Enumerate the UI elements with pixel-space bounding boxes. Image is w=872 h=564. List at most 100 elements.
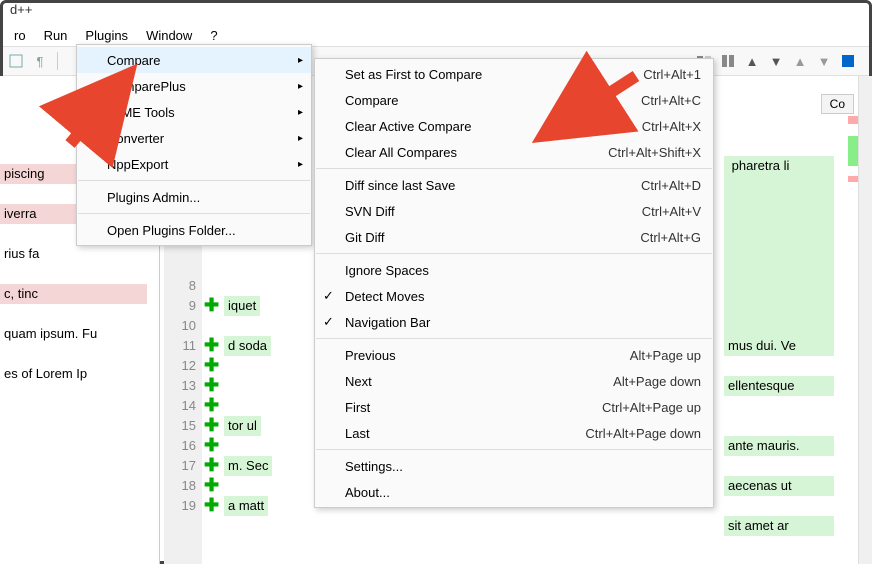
code-line: es of Lorem Ip: [0, 364, 147, 384]
line-number: 13: [182, 376, 196, 396]
compare-icon[interactable]: [718, 51, 738, 71]
chevron-right-icon: ▸: [298, 133, 303, 144]
chevron-right-icon: ▸: [298, 159, 303, 170]
code-line: pharetra li: [724, 156, 834, 176]
diff-added-icon: ✚: [204, 298, 220, 314]
annotation-arrow-compare: [60, 66, 150, 159]
submenu-item-diff-since-last-save[interactable]: Diff since last SaveCtrl+Alt+D: [315, 172, 713, 198]
line-number: 17: [182, 456, 196, 476]
shortcut-label: Ctrl+Alt+Page up: [571, 400, 701, 415]
nav-first-icon[interactable]: ▲: [790, 51, 810, 71]
code-line: ante mauris.: [724, 436, 834, 456]
line-number: 14: [182, 396, 196, 416]
code-line: [724, 316, 834, 336]
line-number: 12: [182, 356, 196, 376]
shortcut-label: Alt+Page down: [571, 374, 701, 389]
code-line: [724, 276, 834, 296]
menu-item-open-plugins-folder-[interactable]: Open Plugins Folder...: [77, 217, 311, 243]
line-number: 10: [182, 316, 196, 336]
code-line: a matt: [224, 496, 268, 516]
code-line: rius fa: [0, 244, 147, 264]
check-icon: ✓: [323, 314, 334, 330]
submenu-item-git-diff[interactable]: Git DiffCtrl+Alt+G: [315, 224, 713, 250]
shortcut-label: Ctrl+Alt+G: [571, 230, 701, 245]
code-line: c, tinc: [0, 284, 147, 304]
compare-submenu: Set as First to CompareCtrl+Alt+1Compare…: [314, 58, 714, 508]
code-line: [724, 456, 834, 476]
diff-added-icon: ✚: [204, 498, 220, 514]
code-line: iquet: [224, 296, 260, 316]
shortcut-label: Alt+Page up: [571, 348, 701, 363]
code-line: mus dui. Ve: [724, 336, 834, 356]
submenu-item-compare[interactable]: CompareCtrl+Alt+C: [315, 87, 713, 113]
code-line: [724, 256, 834, 276]
chevron-right-icon: ▸: [298, 55, 303, 66]
overview-map[interactable]: [848, 76, 858, 564]
diff-added-icon: ✚: [204, 458, 220, 474]
submenu-item-ignore-spaces[interactable]: Ignore Spaces: [315, 257, 713, 283]
submenu-item-clear-active-compare[interactable]: Clear Active CompareCtrl+Alt+X: [315, 113, 713, 139]
diff-added-icon: ✚: [204, 438, 220, 454]
code-line: [724, 356, 834, 376]
code-line: [724, 116, 834, 136]
code-line: [724, 196, 834, 216]
code-line: [724, 416, 834, 436]
code-line: m. Sec: [224, 456, 272, 476]
menu-item-plugins-admin-[interactable]: Plugins Admin...: [77, 184, 311, 210]
code-line: d soda: [224, 336, 271, 356]
code-line: [724, 296, 834, 316]
diff-added-icon: ✚: [204, 358, 220, 374]
settings-icon[interactable]: [838, 51, 858, 71]
shortcut-label: Ctrl+Alt+D: [571, 178, 701, 193]
toolbar-right: ▲ ▼ ▲ ▼: [694, 46, 858, 76]
submenu-item-about-[interactable]: About...: [315, 479, 713, 505]
scrollbar[interactable]: [858, 76, 872, 564]
line-number: 11: [183, 336, 197, 356]
code-line: aecenas ut: [724, 476, 834, 496]
code-line: [0, 344, 147, 364]
line-number: 8: [189, 276, 196, 296]
submenu-item-navigation-bar[interactable]: ✓Navigation Bar: [315, 309, 713, 335]
code-line: [0, 304, 147, 324]
submenu-item-svn-diff[interactable]: SVN DiffCtrl+Alt+V: [315, 198, 713, 224]
code-line: [724, 176, 834, 196]
submenu-item-next[interactable]: NextAlt+Page down: [315, 368, 713, 394]
code-line: [724, 396, 834, 416]
code-line: quam ipsum. Fu: [0, 324, 147, 344]
submenu-item-previous[interactable]: PreviousAlt+Page up: [315, 342, 713, 368]
submenu-item-set-as-first-to-compare[interactable]: Set as First to CompareCtrl+Alt+1: [315, 61, 713, 87]
line-number: 16: [182, 436, 196, 456]
shortcut-label: Ctrl+Alt+V: [571, 204, 701, 219]
code-line: sit amet ar: [724, 516, 834, 536]
nav-last-icon[interactable]: ▼: [814, 51, 834, 71]
code-line: ellentesque: [724, 376, 834, 396]
line-number: 18: [182, 476, 196, 496]
diff-added-icon: ✚: [204, 398, 220, 414]
code-line: [0, 264, 147, 284]
shortcut-label: Ctrl+Alt+Page down: [571, 426, 701, 441]
code-line: [724, 136, 834, 156]
chevron-right-icon: ▸: [298, 81, 303, 92]
nav-up-icon[interactable]: ▲: [742, 51, 762, 71]
nav-down-icon[interactable]: ▼: [766, 51, 786, 71]
tab-bar-right: Co: [821, 94, 854, 114]
code-line: [724, 496, 834, 516]
code-line: [724, 216, 834, 236]
chevron-right-icon: ▸: [298, 107, 303, 118]
line-number: 15: [182, 416, 196, 436]
code-line: tor ul: [224, 416, 261, 436]
submenu-item-settings-[interactable]: Settings...: [315, 453, 713, 479]
tab-right[interactable]: Co: [821, 94, 854, 114]
submenu-item-clear-all-compares[interactable]: Clear All ComparesCtrl+Alt+Shift+X: [315, 139, 713, 165]
diff-added-icon: ✚: [204, 338, 220, 354]
submenu-item-last[interactable]: LastCtrl+Alt+Page down: [315, 420, 713, 446]
diff-added-icon: ✚: [204, 478, 220, 494]
diff-added-icon: ✚: [204, 378, 220, 394]
line-number: 19: [182, 496, 196, 516]
code-line: [724, 236, 834, 256]
submenu-item-first[interactable]: FirstCtrl+Alt+Page up: [315, 394, 713, 420]
diff-added-icon: ✚: [204, 418, 220, 434]
submenu-item-detect-moves[interactable]: ✓Detect Moves: [315, 283, 713, 309]
annotation-arrow-clear: [530, 66, 650, 159]
line-number: 9: [189, 296, 196, 316]
